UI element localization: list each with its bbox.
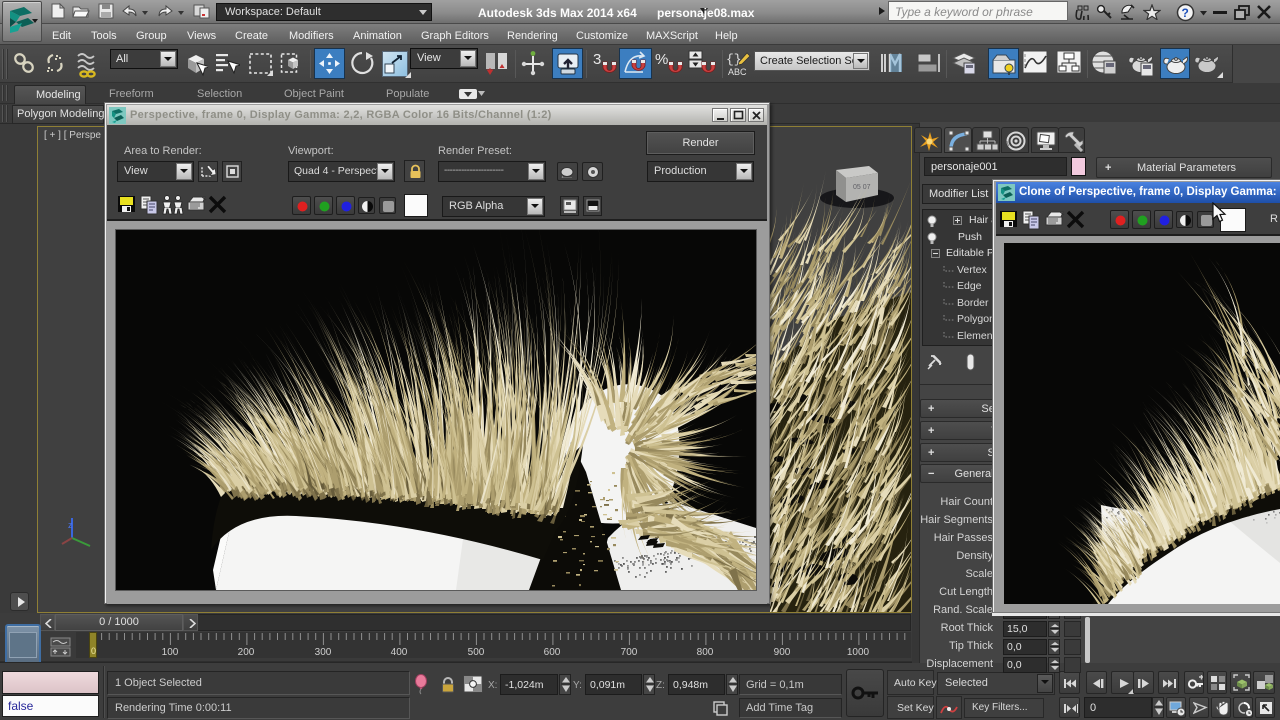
svg-text:1000: 1000 — [847, 647, 870, 658]
svg-text:300: 300 — [315, 647, 332, 658]
svg-text:05 07: 05 07 — [853, 184, 871, 191]
svg-text:%: % — [655, 51, 668, 68]
svg-text:200: 200 — [238, 647, 255, 658]
svg-text:z: z — [68, 520, 73, 530]
svg-text:100: 100 — [162, 647, 179, 658]
svg-text:600: 600 — [544, 647, 561, 658]
svg-text:900: 900 — [774, 647, 791, 658]
svg-text:ABC: ABC — [728, 67, 747, 77]
svg-text:400: 400 — [391, 647, 408, 658]
svg-text:?: ? — [1182, 6, 1189, 20]
svg-text:500: 500 — [468, 647, 485, 658]
svg-text:700: 700 — [621, 647, 638, 658]
svg-text:800: 800 — [697, 647, 714, 658]
svg-text:3: 3 — [593, 51, 601, 68]
